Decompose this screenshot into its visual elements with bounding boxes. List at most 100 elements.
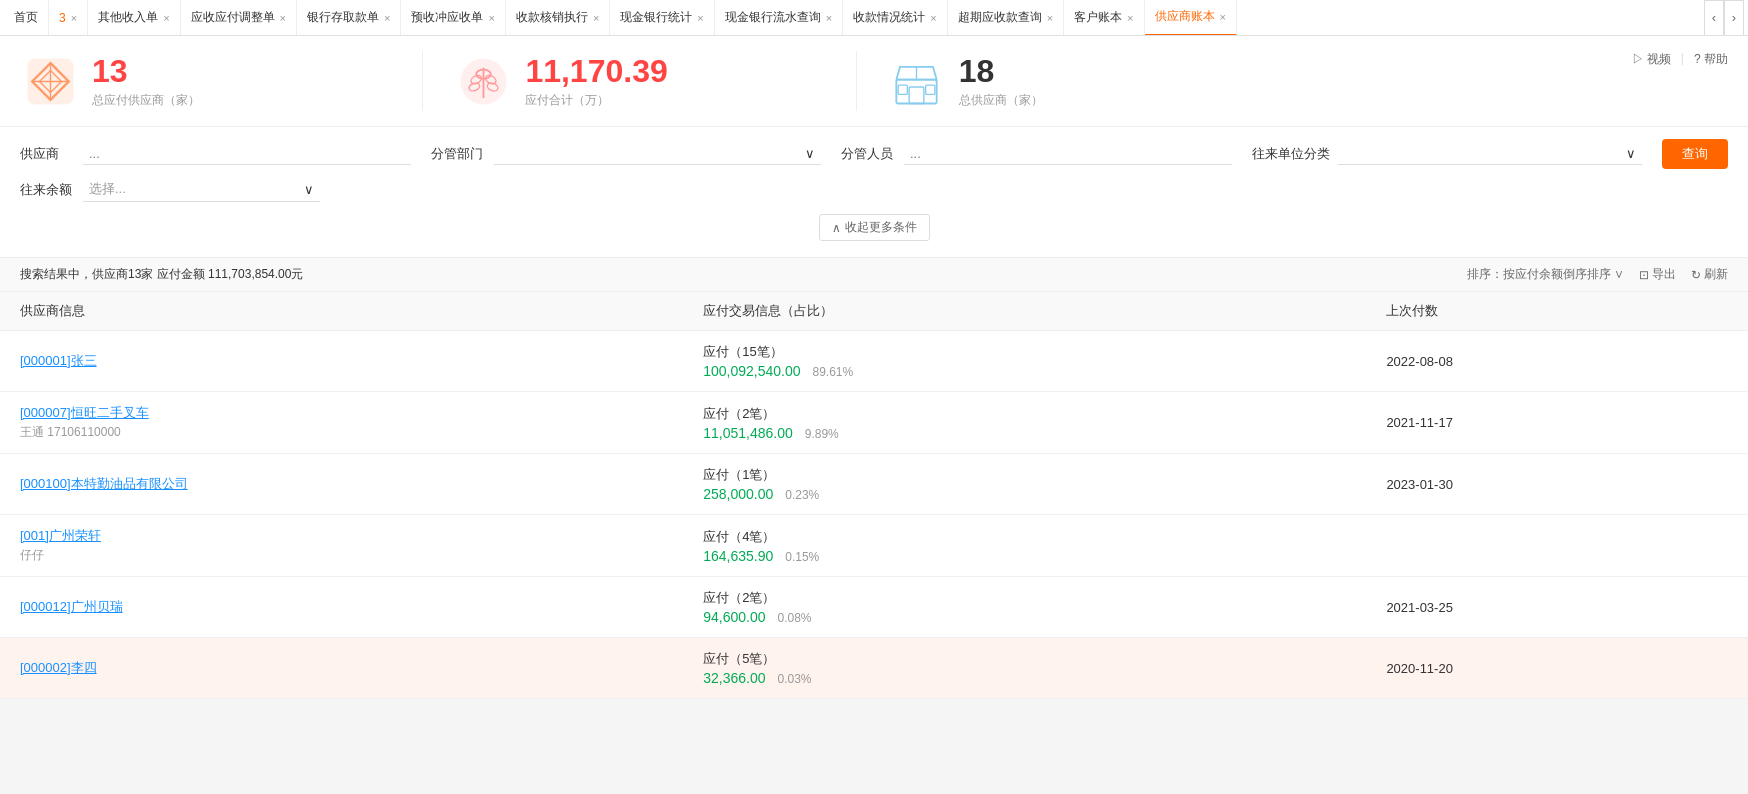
tx-amount-5[interactable]: 32,366.00 [703,670,765,686]
filter-supplier: 供应商 [20,143,411,165]
dept-filter-select[interactable]: ∨ [494,143,822,165]
filter-category: 往来单位分类 ∨ [1252,143,1643,165]
stat-card-total-suppliers: 18 总供应商（家） [887,51,1259,111]
filter-balance: 往来余额 选择... ∨ [20,177,320,202]
top-right-links: ▷ 视频 | ? 帮助 [1632,51,1729,68]
collapse-button[interactable]: ∧ 收起更多条件 [819,214,930,241]
last-pay-date-4: 2021-03-25 [1386,600,1453,615]
svg-rect-15 [926,85,935,94]
supplier-filter-label: 供应商 [20,145,75,163]
balance-filter-label: 往来余额 [20,181,75,199]
video-link[interactable]: ▷ 视频 [1632,51,1671,68]
tx-amount-2[interactable]: 258,000.00 [703,486,773,502]
dept-dropdown-icon: ∨ [805,146,815,161]
nav-tab-home[interactable]: 首页 [4,0,49,36]
supplier-link-0[interactable]: [000001]张三 [20,353,97,368]
tx-cell-2: 应付（1笔） 258,000.00 0.23% [703,466,1386,502]
stat-card-payable-total: 11,170.39 应付合计（万） [453,51,825,111]
close-tab-advance-collect[interactable]: × [488,12,494,24]
last-pay-cell-4: 2021-03-25 [1386,600,1728,615]
nav-tab-customer-account[interactable]: 客户账本 × [1064,0,1144,36]
tx-amount-3[interactable]: 164,635.90 [703,548,773,564]
category-filter-label: 往来单位分类 [1252,145,1330,163]
close-tab-cash-bank-stats[interactable]: × [697,12,703,24]
person-filter-input[interactable] [904,143,1232,165]
close-tab-ap-adjust[interactable]: × [280,12,286,24]
tx-cell-0: 应付（15笔） 100,092,540.00 89.61% [703,343,1386,379]
balance-dropdown-icon: ∨ [304,182,314,197]
nav-tab-3[interactable]: 3 × [49,0,88,36]
tx-label-0: 应付（15笔） [703,343,1386,361]
tx-amount-4[interactable]: 94,600.00 [703,609,765,625]
payable-total-label: 应付合计（万） [525,92,667,109]
tx-cell-1: 应付（2笔） 11,051,486.00 9.89% [703,405,1386,441]
supplier-filter-input[interactable] [83,143,411,165]
nav-tab-bank-deposit[interactable]: 银行存取款单 × [297,0,401,36]
nav-next-button[interactable]: › [1724,0,1744,36]
nav-tab-overdue-collect[interactable]: 超期应收款查询 × [948,0,1064,36]
tx-cell-3: 应付（4笔） 164,635.90 0.15% [703,528,1386,564]
results-actions: 排序：按应付余额倒序排序 ∨ ⊡ 导出 ↻ 刷新 [1467,266,1728,283]
nav-prev-button[interactable]: ‹ [1704,0,1724,36]
stats-header: 13 总应付供应商（家） 11,170.39 应付 [0,36,1748,127]
tx-amount-1[interactable]: 11,051,486.00 [703,425,793,441]
payable-suppliers-number: 13 [92,53,200,90]
close-tab-supplier-account[interactable]: × [1220,11,1226,23]
supplier-link-4[interactable]: [000012]广州贝瑞 [20,599,123,614]
supplier-link-3[interactable]: [001]广州荣轩 [20,528,101,543]
nav-tab-cash-bank-flow[interactable]: 现金银行流水查询 × [715,0,843,36]
close-tab-other-income[interactable]: × [163,12,169,24]
tx-amount-0[interactable]: 100,092,540.00 [703,363,800,379]
col-header-last-pay: 上次付数 [1386,302,1728,320]
close-tab-collect-verify[interactable]: × [593,12,599,24]
tx-cell-5: 应付（5笔） 32,366.00 0.03% [703,650,1386,686]
help-link[interactable]: ? 帮助 [1694,51,1728,68]
nav-tab-other-income[interactable]: 其他收入单 × [88,0,180,36]
last-pay-cell-5: 2020-11-20 [1386,661,1728,676]
nav-tab-collect-verify[interactable]: 收款核销执行 × [506,0,610,36]
col-header-tx: 应付交易信息（占比） [703,302,1386,320]
close-tab-bank-deposit[interactable]: × [384,12,390,24]
refresh-button[interactable]: ↻ 刷新 [1691,266,1728,283]
balance-filter-select[interactable]: 选择... ∨ [83,177,320,202]
tx-label-2: 应付（1笔） [703,466,1386,484]
supplier-sub-1: 王通 17106110000 [20,424,703,441]
supplier-link-2[interactable]: [000100]本特勤油品有限公司 [20,476,188,491]
supplier-link-5[interactable]: [000002]李四 [20,660,97,675]
search-button[interactable]: 查询 [1662,139,1728,169]
tx-percent-3: 0.15% [785,550,819,564]
top-navigation: 首页 3 × 其他收入单 × 应收应付调整单 × 银行存取款单 × 预收冲应收单… [0,0,1748,36]
nav-tab-advance-collect[interactable]: 预收冲应收单 × [401,0,505,36]
nav-tab-collect-stats[interactable]: 收款情况统计 × [843,0,947,36]
close-tab-cash-bank-flow[interactable]: × [826,12,832,24]
table-row: [000100]本特勤油品有限公司 应付（1笔） 258,000.00 0.23… [0,454,1748,515]
nav-tab-supplier-account[interactable]: 供应商账本 × [1145,0,1237,36]
last-pay-date-5: 2020-11-20 [1386,661,1453,676]
close-tab-customer-account[interactable]: × [1127,12,1133,24]
category-filter-select[interactable]: ∨ [1338,143,1643,165]
export-button[interactable]: ⊡ 导出 [1639,266,1676,283]
table-header: 供应商信息 应付交易信息（占比） 上次付数 [0,292,1748,331]
supplier-cell-2: [000100]本特勤油品有限公司 [20,475,703,493]
supplier-cell-5: [000002]李四 [20,659,703,677]
tx-label-3: 应付（4笔） [703,528,1386,546]
close-tab-3[interactable]: × [71,12,77,24]
nav-tab-cash-bank-stats[interactable]: 现金银行统计 × [610,0,714,36]
collapse-arrow-icon: ∧ [832,221,841,235]
close-tab-collect-stats[interactable]: × [930,12,936,24]
last-pay-cell-0: 2022-08-08 [1386,354,1728,369]
supplier-cell-0: [000001]张三 [20,352,703,370]
sort-label: 排序：按应付余额倒序排序 ∨ [1467,266,1624,283]
person-filter-label: 分管人员 [841,145,896,163]
supplier-cell-1: [000007]恒旺二手叉车 王通 17106110000 [20,404,703,441]
last-pay-date-0: 2022-08-08 [1386,354,1453,369]
filter-row-1: 供应商 分管部门 ∨ 分管人员 往来单位分类 ∨ [20,139,1728,169]
nav-tab-ap-adjust[interactable]: 应收应付调整单 × [181,0,297,36]
total-suppliers-label: 总供应商（家） [959,92,1043,109]
export-icon: ⊡ [1639,268,1649,282]
supplier-link-1[interactable]: [000007]恒旺二手叉车 [20,405,149,420]
payable-total-icon [453,51,513,111]
sort-down-icon: ∨ [1614,267,1624,281]
stat-divider-1 [422,51,423,111]
close-tab-overdue-collect[interactable]: × [1047,12,1053,24]
